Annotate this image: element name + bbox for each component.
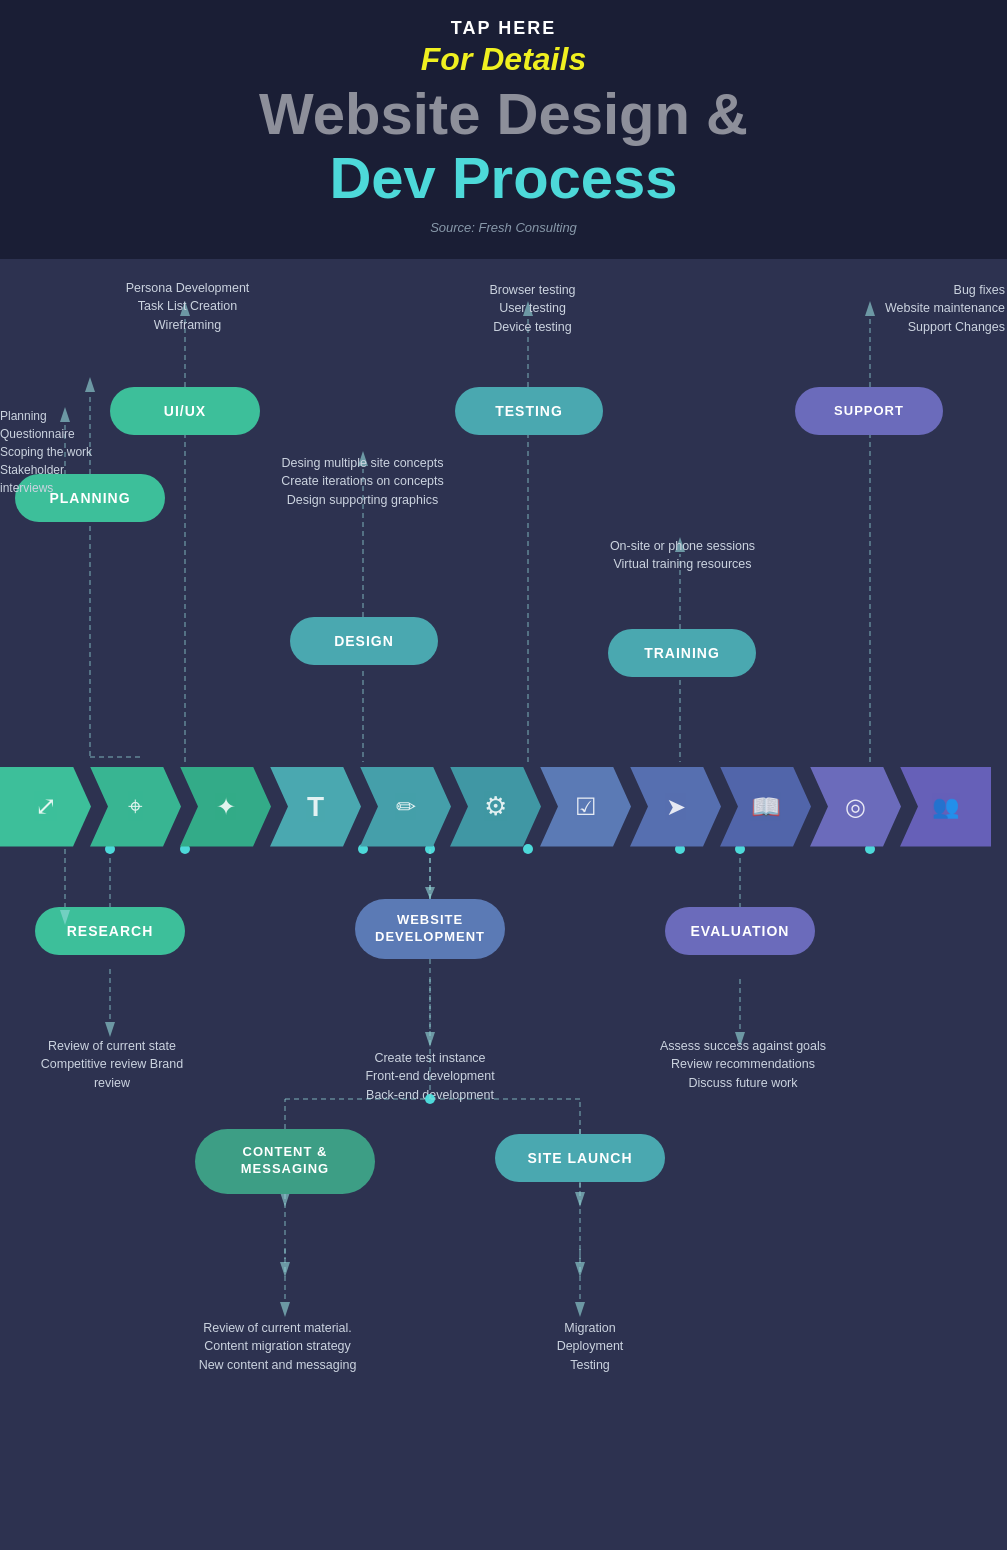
checklist-icon: ☑ (575, 793, 597, 821)
site-launch-notes: Migration Deployment Testing (500, 1319, 680, 1375)
banner-segment-1: ⤢ (0, 767, 91, 847)
diagram: UI/UX PLANNING DESIGN TESTING TRAINING S… (0, 259, 1007, 1489)
svg-marker-60 (280, 1262, 290, 1277)
pencil-icon: ✏ (396, 793, 416, 821)
banner-segment-6: ⚙ (450, 767, 541, 847)
testing-node[interactable]: TESTING (455, 387, 603, 435)
banner-segment-3: ✦ (180, 767, 271, 847)
evaluation-notes: Assess success against goals Review reco… (648, 1037, 838, 1093)
testing-notes: Browser testing User testing Device test… (450, 281, 615, 337)
svg-marker-21 (425, 1032, 435, 1047)
design-node[interactable]: DESIGN (290, 617, 438, 665)
lower-connectors (0, 259, 1007, 1489)
svg-marker-1 (85, 377, 95, 392)
research-notes: Review of current state Competitive revi… (22, 1037, 202, 1093)
for-details-label[interactable]: For Details (421, 41, 586, 78)
svg-marker-62 (575, 1262, 585, 1277)
people-icon: 👥 (932, 794, 959, 820)
book-icon: 📖 (751, 793, 781, 821)
connector-svg (0, 259, 1007, 1489)
svg-marker-33 (575, 1302, 585, 1317)
typography-icon: T (307, 791, 324, 823)
title-line2: Dev Process (20, 146, 987, 210)
support-node[interactable]: SUPPORT (795, 387, 943, 435)
training-node[interactable]: TRAINING (608, 629, 756, 677)
uiux-notes: Persona Development Task List Creation W… (105, 279, 270, 335)
svg-marker-29 (280, 1302, 290, 1317)
header: TAP HERE For Details Website Design & De… (0, 0, 1007, 259)
support-notes: Bug fixes Website maintenance Support Ch… (790, 281, 1005, 337)
send-icon: ➤ (666, 793, 686, 821)
svg-marker-27 (280, 1192, 290, 1207)
svg-marker-31 (575, 1192, 585, 1207)
banner-segment-5: ✏ (360, 767, 451, 847)
research-node[interactable]: RESEARCH (35, 907, 185, 955)
svg-marker-17 (105, 1022, 115, 1037)
target-icon: ◎ (845, 793, 866, 821)
website-dev-node[interactable]: WEBSITE DEVELOPMENT (355, 899, 505, 959)
banner-segment-11: 👥 (900, 767, 991, 847)
sparkle-icon: ✦ (216, 793, 236, 821)
tap-here-label: TAP HERE (20, 18, 987, 39)
svg-marker-52 (425, 887, 435, 899)
banner-segment-9: 📖 (720, 767, 811, 847)
training-notes: On-site or phone sessions Virtual traini… (590, 537, 775, 575)
content-notes: Review of current material. Content migr… (170, 1319, 385, 1375)
source-text: Source: Fresh Consulting (20, 220, 987, 235)
search-icon: ⌖ (128, 791, 143, 822)
gear-icon: ⚙ (484, 791, 507, 822)
banner-segment-8: ➤ (630, 767, 721, 847)
design-notes: Desing multiple site concepts Create ite… (270, 454, 455, 510)
banner-segment-4: T (270, 767, 361, 847)
banner-segment-2: ⌖ (90, 767, 181, 847)
evaluation-node[interactable]: EVALUATION (665, 907, 815, 955)
banner-segment-10: ◎ (810, 767, 901, 847)
planning-notes: Planning Questionnaire Scoping the work … (0, 407, 120, 497)
banner-segment-7: ☑ (540, 767, 631, 847)
arrows-icon: ⤢ (35, 791, 57, 822)
website-dev-notes: Create test instance Front-end developme… (344, 1049, 516, 1105)
site-launch-node[interactable]: SITE LAUNCH (495, 1134, 665, 1182)
title-line1: Website Design & (20, 82, 987, 146)
content-messaging-node[interactable]: CONTENT & MESSAGING (195, 1129, 375, 1194)
process-banner: ⤢ ⌖ ✦ T ✏ ⚙ ☑ ➤ 📖 (0, 767, 1007, 847)
uiux-node[interactable]: UI/UX (110, 387, 260, 435)
